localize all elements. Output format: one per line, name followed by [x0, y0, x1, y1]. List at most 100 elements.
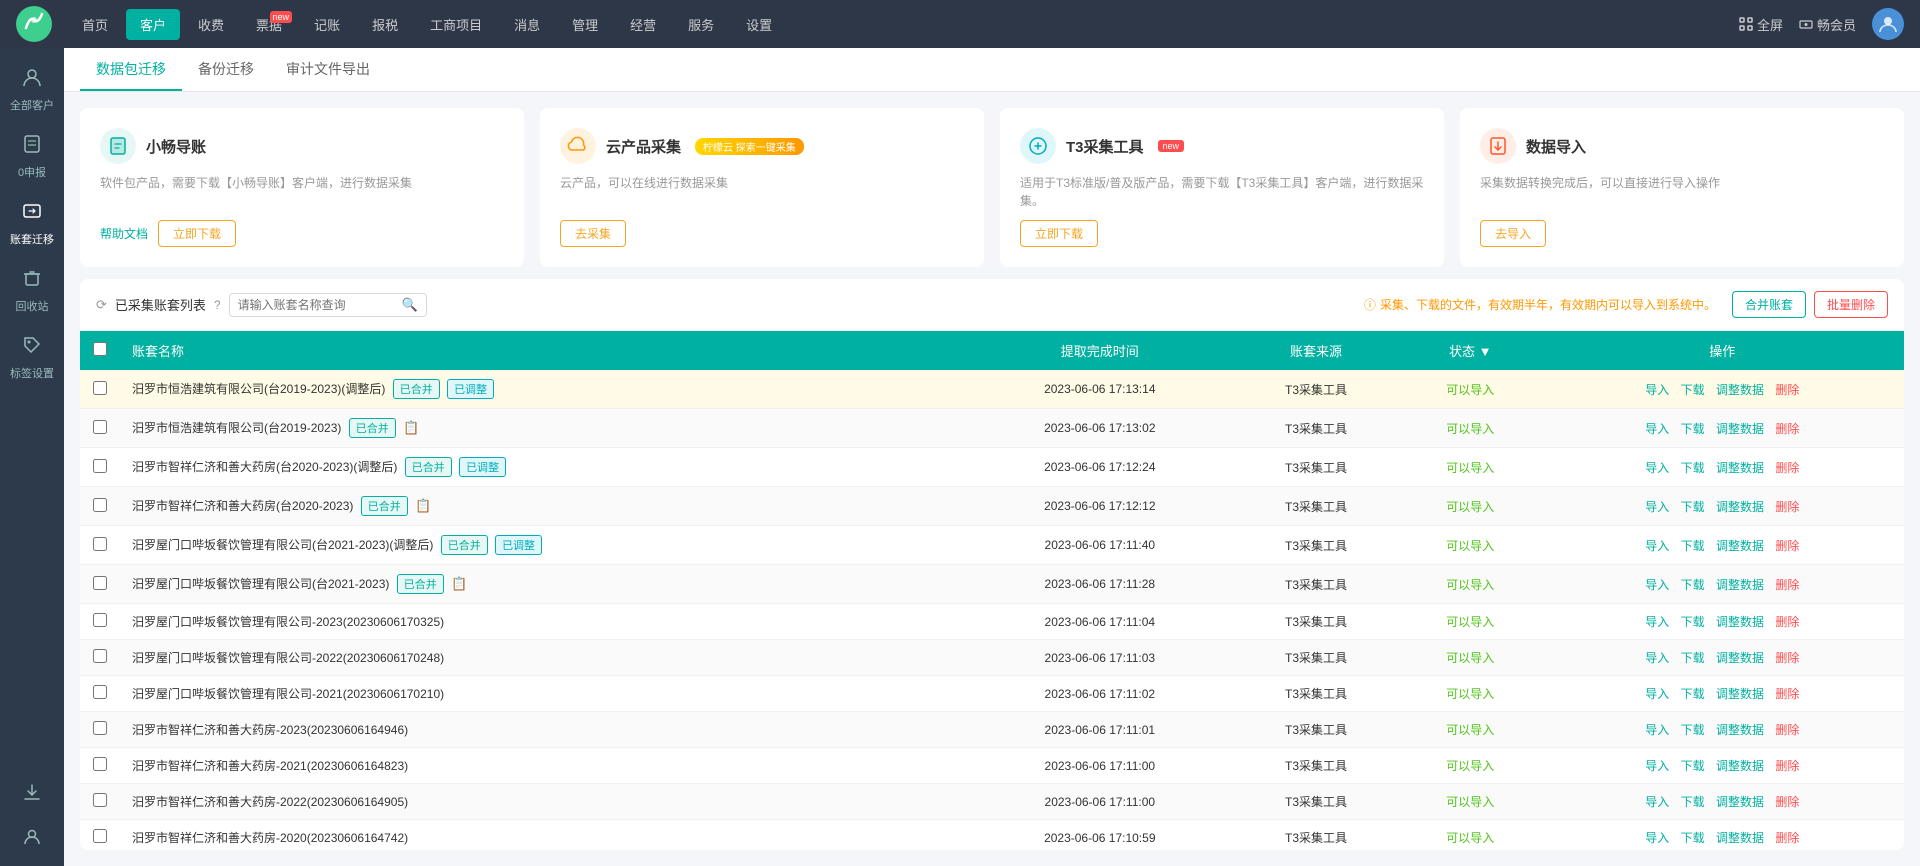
action-调整数据[interactable]: 调整数据	[1712, 651, 1768, 665]
action-下载[interactable]: 下载	[1677, 422, 1709, 436]
tab-audit-export[interactable]: 审计文件导出	[270, 49, 386, 91]
batch-delete-btn[interactable]: 批量删除	[1814, 291, 1888, 318]
action-删除[interactable]: 删除	[1771, 795, 1803, 809]
action-导入[interactable]: 导入	[1641, 831, 1673, 845]
sidebar-item-all-customers[interactable]: 全部客户	[0, 56, 64, 123]
nav-service[interactable]: 服务	[674, 9, 728, 40]
action-调整数据[interactable]: 调整数据	[1712, 383, 1768, 397]
merge-account-btn[interactable]: 合并账套	[1732, 291, 1806, 318]
action-删除[interactable]: 删除	[1771, 383, 1803, 397]
row-checkbox[interactable]	[93, 649, 107, 663]
nav-accounting[interactable]: 记账	[300, 9, 354, 40]
action-导入[interactable]: 导入	[1641, 795, 1673, 809]
nav-home[interactable]: 首页	[68, 9, 122, 40]
action-导入[interactable]: 导入	[1641, 723, 1673, 737]
sidebar-item-zero-report[interactable]: 0申报	[0, 123, 64, 190]
action-调整数据[interactable]: 调整数据	[1712, 422, 1768, 436]
refresh-icon[interactable]: ⟳	[96, 297, 107, 313]
action-下载[interactable]: 下载	[1677, 723, 1709, 737]
select-all-checkbox[interactable]	[93, 342, 107, 356]
row-checkbox[interactable]	[93, 685, 107, 699]
action-调整数据[interactable]: 调整数据	[1712, 578, 1768, 592]
action-导入[interactable]: 导入	[1641, 578, 1673, 592]
search-icon[interactable]: 🔍	[402, 297, 418, 313]
action-调整数据[interactable]: 调整数据	[1712, 759, 1768, 773]
action-删除[interactable]: 删除	[1771, 831, 1803, 845]
action-导入[interactable]: 导入	[1641, 651, 1673, 665]
action-删除[interactable]: 删除	[1771, 500, 1803, 514]
row-checkbox[interactable]	[93, 537, 107, 551]
row-checkbox[interactable]	[93, 381, 107, 395]
row-icon[interactable]: 📋	[451, 576, 467, 591]
row-checkbox[interactable]	[93, 613, 107, 627]
action-导入[interactable]: 导入	[1641, 615, 1673, 629]
col-status[interactable]: 状态 ▼	[1400, 331, 1541, 370]
row-icon[interactable]: 📋	[415, 498, 431, 513]
t3-download-btn[interactable]: 立即下载	[1020, 220, 1098, 247]
row-checkbox[interactable]	[93, 459, 107, 473]
sidebar-item-trash[interactable]: 回收站	[0, 257, 64, 324]
xiaochang-help-link[interactable]: 帮助文档	[100, 225, 148, 242]
logo-icon[interactable]	[16, 6, 52, 42]
action-下载[interactable]: 下载	[1677, 500, 1709, 514]
nav-fee[interactable]: 收费	[184, 9, 238, 40]
action-下载[interactable]: 下载	[1677, 615, 1709, 629]
action-下载[interactable]: 下载	[1677, 831, 1709, 845]
action-删除[interactable]: 删除	[1771, 687, 1803, 701]
search-input[interactable]	[238, 298, 398, 312]
action-导入[interactable]: 导入	[1641, 383, 1673, 397]
action-下载[interactable]: 下载	[1677, 383, 1709, 397]
action-删除[interactable]: 删除	[1771, 578, 1803, 592]
user-avatar[interactable]	[1872, 8, 1904, 40]
tab-backup-migration[interactable]: 备份迁移	[182, 49, 270, 91]
nav-operation[interactable]: 经营	[616, 9, 670, 40]
action-调整数据[interactable]: 调整数据	[1712, 687, 1768, 701]
action-下载[interactable]: 下载	[1677, 578, 1709, 592]
action-调整数据[interactable]: 调整数据	[1712, 615, 1768, 629]
nav-message[interactable]: 消息	[500, 9, 554, 40]
action-下载[interactable]: 下载	[1677, 461, 1709, 475]
nav-tax[interactable]: 报税	[358, 9, 412, 40]
row-checkbox[interactable]	[93, 757, 107, 771]
row-checkbox[interactable]	[93, 829, 107, 843]
action-调整数据[interactable]: 调整数据	[1712, 500, 1768, 514]
import-go-btn[interactable]: 去导入	[1480, 220, 1546, 247]
action-删除[interactable]: 删除	[1771, 651, 1803, 665]
row-checkbox[interactable]	[93, 793, 107, 807]
row-checkbox[interactable]	[93, 498, 107, 512]
nav-ticket[interactable]: 票据 new	[242, 9, 296, 40]
action-删除[interactable]: 删除	[1771, 461, 1803, 475]
action-删除[interactable]: 删除	[1771, 759, 1803, 773]
nav-manage[interactable]: 管理	[558, 9, 612, 40]
action-删除[interactable]: 删除	[1771, 723, 1803, 737]
action-调整数据[interactable]: 调整数据	[1712, 461, 1768, 475]
action-删除[interactable]: 删除	[1771, 615, 1803, 629]
action-导入[interactable]: 导入	[1641, 461, 1673, 475]
fullscreen-btn[interactable]: 全屏	[1739, 15, 1783, 34]
action-导入[interactable]: 导入	[1641, 687, 1673, 701]
nav-business[interactable]: 工商项目	[416, 9, 496, 40]
row-icon[interactable]: 📋	[403, 420, 419, 435]
nav-customer[interactable]: 客户	[126, 9, 180, 40]
row-checkbox[interactable]	[93, 721, 107, 735]
action-下载[interactable]: 下载	[1677, 539, 1709, 553]
action-调整数据[interactable]: 调整数据	[1712, 539, 1768, 553]
action-删除[interactable]: 删除	[1771, 422, 1803, 436]
xiaochang-download-btn[interactable]: 立即下载	[158, 220, 236, 247]
action-调整数据[interactable]: 调整数据	[1712, 795, 1768, 809]
action-调整数据[interactable]: 调整数据	[1712, 831, 1768, 845]
action-导入[interactable]: 导入	[1641, 500, 1673, 514]
nav-settings[interactable]: 设置	[732, 9, 786, 40]
action-下载[interactable]: 下载	[1677, 759, 1709, 773]
sidebar-item-account-migration[interactable]: 账套迁移	[0, 190, 64, 257]
action-下载[interactable]: 下载	[1677, 687, 1709, 701]
cloud-collect-btn[interactable]: 去采集	[560, 220, 626, 247]
action-下载[interactable]: 下载	[1677, 651, 1709, 665]
row-checkbox[interactable]	[93, 576, 107, 590]
action-导入[interactable]: 导入	[1641, 759, 1673, 773]
sidebar-item-tag-settings[interactable]: 标签设置	[0, 324, 64, 391]
sidebar-download[interactable]	[18, 774, 46, 810]
row-checkbox[interactable]	[93, 420, 107, 434]
sidebar-profile[interactable]	[18, 818, 46, 854]
list-help-icon[interactable]: ?	[214, 298, 221, 312]
